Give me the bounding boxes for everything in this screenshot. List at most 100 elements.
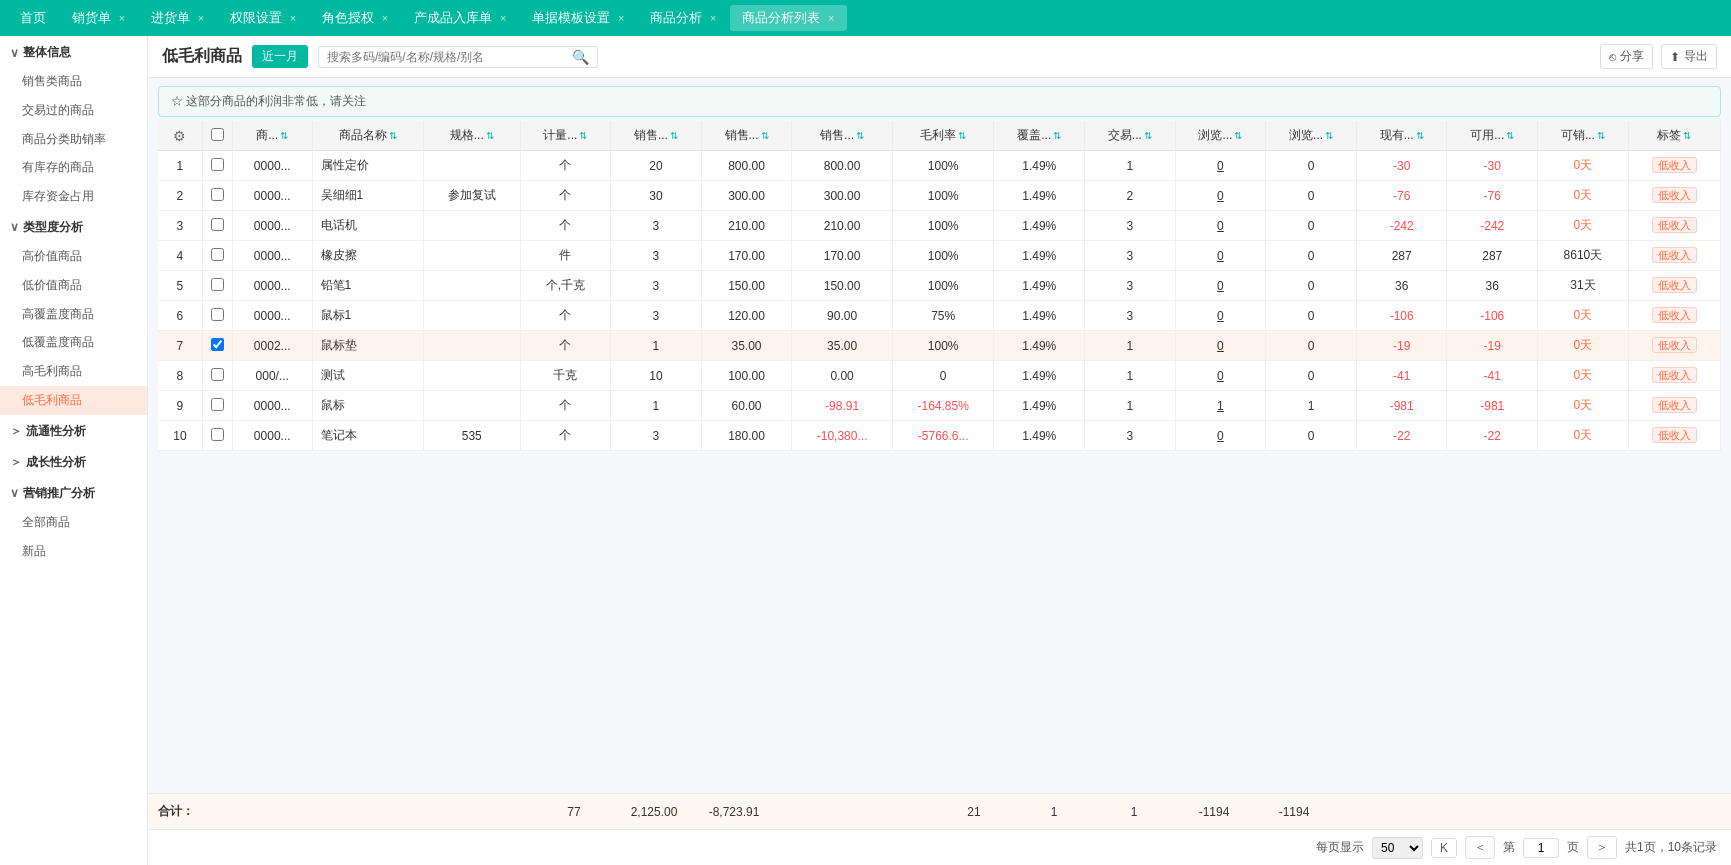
nav-template[interactable]: 单据模板设置 × <box>520 5 636 31</box>
views1-link[interactable]: 0 <box>1217 189 1224 203</box>
cell-views1[interactable]: 0 <box>1175 211 1266 241</box>
nav-permission-close[interactable]: × <box>290 12 296 24</box>
cell-views1[interactable]: 1 <box>1175 391 1266 421</box>
th-checkbox[interactable] <box>202 121 232 151</box>
date-filter-btn[interactable]: 近一月 <box>252 45 308 68</box>
views1-link[interactable]: 0 <box>1217 429 1224 443</box>
cell-views1[interactable]: 0 <box>1175 421 1266 451</box>
prev-page-btn[interactable]: ＜ <box>1465 836 1495 859</box>
row-checkbox[interactable] <box>211 188 224 201</box>
th-tag[interactable]: 标签⇅ <box>1628 121 1720 151</box>
first-page-btn[interactable]: K <box>1431 838 1457 858</box>
th-sales-qty[interactable]: 销售...⇅ <box>611 121 702 151</box>
sidebar-item-high-gross[interactable]: 高毛利商品 <box>0 357 147 386</box>
th-trade[interactable]: 交易...⇅ <box>1085 121 1176 151</box>
th-coverage[interactable]: 覆盖...⇅ <box>994 121 1085 151</box>
row-checkbox[interactable] <box>211 428 224 441</box>
nav-purchase[interactable]: 进货单 × <box>139 5 216 31</box>
views1-link[interactable]: 0 <box>1217 219 1224 233</box>
nav-template-close[interactable]: × <box>618 12 624 24</box>
sidebar-item-category-rate[interactable]: 商品分类助销率 <box>0 125 147 154</box>
sidebar-item-high-value[interactable]: 高价值商品 <box>0 242 147 271</box>
cell-views1[interactable]: 0 <box>1175 271 1266 301</box>
page-number-input[interactable] <box>1523 838 1559 858</box>
th-current-stock[interactable]: 现有...⇅ <box>1356 121 1447 151</box>
th-gross-rate[interactable]: 毛利率⇅ <box>892 121 994 151</box>
cell-checkbox[interactable] <box>202 151 232 181</box>
views1-link[interactable]: 0 <box>1217 159 1224 173</box>
cell-checkbox[interactable] <box>202 271 232 301</box>
th-name[interactable]: 商品名称⇅ <box>312 121 423 151</box>
page-size-select[interactable]: 50 20 100 <box>1372 837 1423 859</box>
settings-icon[interactable]: ⚙ <box>173 128 186 144</box>
sidebar-item-low-value[interactable]: 低价值商品 <box>0 271 147 300</box>
th-unit[interactable]: 计量...⇅ <box>520 121 611 151</box>
row-checkbox[interactable] <box>211 278 224 291</box>
nav-product-analysis-list[interactable]: 商品分析列表 × <box>730 5 846 31</box>
nav-sales[interactable]: 销货单 × <box>60 5 137 31</box>
row-checkbox[interactable] <box>211 398 224 411</box>
cell-views1[interactable]: 0 <box>1175 361 1266 391</box>
cell-checkbox[interactable] <box>202 241 232 271</box>
views1-link[interactable]: 0 <box>1217 369 1224 383</box>
cell-checkbox[interactable] <box>202 391 232 421</box>
sidebar-item-all-goods[interactable]: 全部商品 <box>0 508 147 537</box>
cell-views1[interactable]: 0 <box>1175 151 1266 181</box>
sidebar-item-stocked[interactable]: 有库存的商品 <box>0 153 147 182</box>
th-available[interactable]: 可用...⇅ <box>1447 121 1538 151</box>
row-checkbox[interactable] <box>211 158 224 171</box>
search-input[interactable] <box>327 50 572 64</box>
sidebar-section-type[interactable]: ∨ 类型度分析 <box>0 211 147 242</box>
th-spec[interactable]: 规格...⇅ <box>423 121 520 151</box>
nav-sales-close[interactable]: × <box>119 12 125 24</box>
nav-product-analysis-close[interactable]: × <box>710 12 716 24</box>
th-sales-gross[interactable]: 销售...⇅ <box>792 121 893 151</box>
views1-link[interactable]: 1 <box>1217 399 1224 413</box>
nav-permission[interactable]: 权限设置 × <box>218 5 308 31</box>
next-page-btn[interactable]: ＞ <box>1587 836 1617 859</box>
nav-product-entry-close[interactable]: × <box>500 12 506 24</box>
nav-product-analysis[interactable]: 商品分析 × <box>638 5 728 31</box>
sidebar-item-capital[interactable]: 库存资金占用 <box>0 182 147 211</box>
cell-checkbox[interactable] <box>202 301 232 331</box>
row-checkbox[interactable] <box>211 368 224 381</box>
views1-link[interactable]: 0 <box>1217 339 1224 353</box>
sidebar-item-new-goods[interactable]: 新品 <box>0 537 147 566</box>
sidebar-section-flow[interactable]: ＞ 流通性分析 <box>0 415 147 446</box>
export-button[interactable]: ⬆ 导出 <box>1661 44 1717 69</box>
nav-product-entry[interactable]: 产成品入库单 × <box>402 5 518 31</box>
cell-views1[interactable]: 0 <box>1175 331 1266 361</box>
row-checkbox[interactable] <box>211 218 224 231</box>
views1-link[interactable]: 0 <box>1217 309 1224 323</box>
th-sales-price[interactable]: 销售...⇅ <box>701 121 792 151</box>
share-button[interactable]: ⎋ 分享 <box>1600 44 1653 69</box>
cell-checkbox[interactable] <box>202 421 232 451</box>
th-code[interactable]: 商...⇅ <box>232 121 312 151</box>
row-checkbox[interactable] <box>211 308 224 321</box>
nav-role[interactable]: 角色授权 × <box>310 5 400 31</box>
cell-views1[interactable]: 0 <box>1175 301 1266 331</box>
sidebar-item-sales-goods[interactable]: 销售类商品 <box>0 67 147 96</box>
th-views1[interactable]: 浏览...⇅ <box>1175 121 1266 151</box>
sidebar-item-low-coverage[interactable]: 低覆盖度商品 <box>0 328 147 357</box>
nav-role-close[interactable]: × <box>382 12 388 24</box>
nav-purchase-close[interactable]: × <box>198 12 204 24</box>
views1-link[interactable]: 0 <box>1217 249 1224 263</box>
cell-checkbox[interactable] <box>202 331 232 361</box>
cell-views1[interactable]: 0 <box>1175 241 1266 271</box>
th-views2[interactable]: 浏览...⇅ <box>1266 121 1357 151</box>
row-checkbox[interactable] <box>211 338 224 351</box>
nav-home[interactable]: 首页 <box>8 5 58 31</box>
cell-checkbox[interactable] <box>202 181 232 211</box>
sidebar-item-high-coverage[interactable]: 高覆盖度商品 <box>0 300 147 329</box>
sidebar-item-low-gross[interactable]: 低毛利商品 <box>0 386 147 415</box>
th-settings[interactable]: ⚙ <box>158 121 202 151</box>
cell-checkbox[interactable] <box>202 211 232 241</box>
sidebar-section-marketing[interactable]: ∨ 营销推广分析 <box>0 477 147 508</box>
sidebar-item-traded-goods[interactable]: 交易过的商品 <box>0 96 147 125</box>
sidebar-section-overall[interactable]: ∨ 整体信息 <box>0 36 147 67</box>
cell-views1[interactable]: 0 <box>1175 181 1266 211</box>
cell-checkbox[interactable] <box>202 361 232 391</box>
th-sellable[interactable]: 可销...⇅ <box>1538 121 1629 151</box>
sidebar-section-growth[interactable]: ＞ 成长性分析 <box>0 446 147 477</box>
